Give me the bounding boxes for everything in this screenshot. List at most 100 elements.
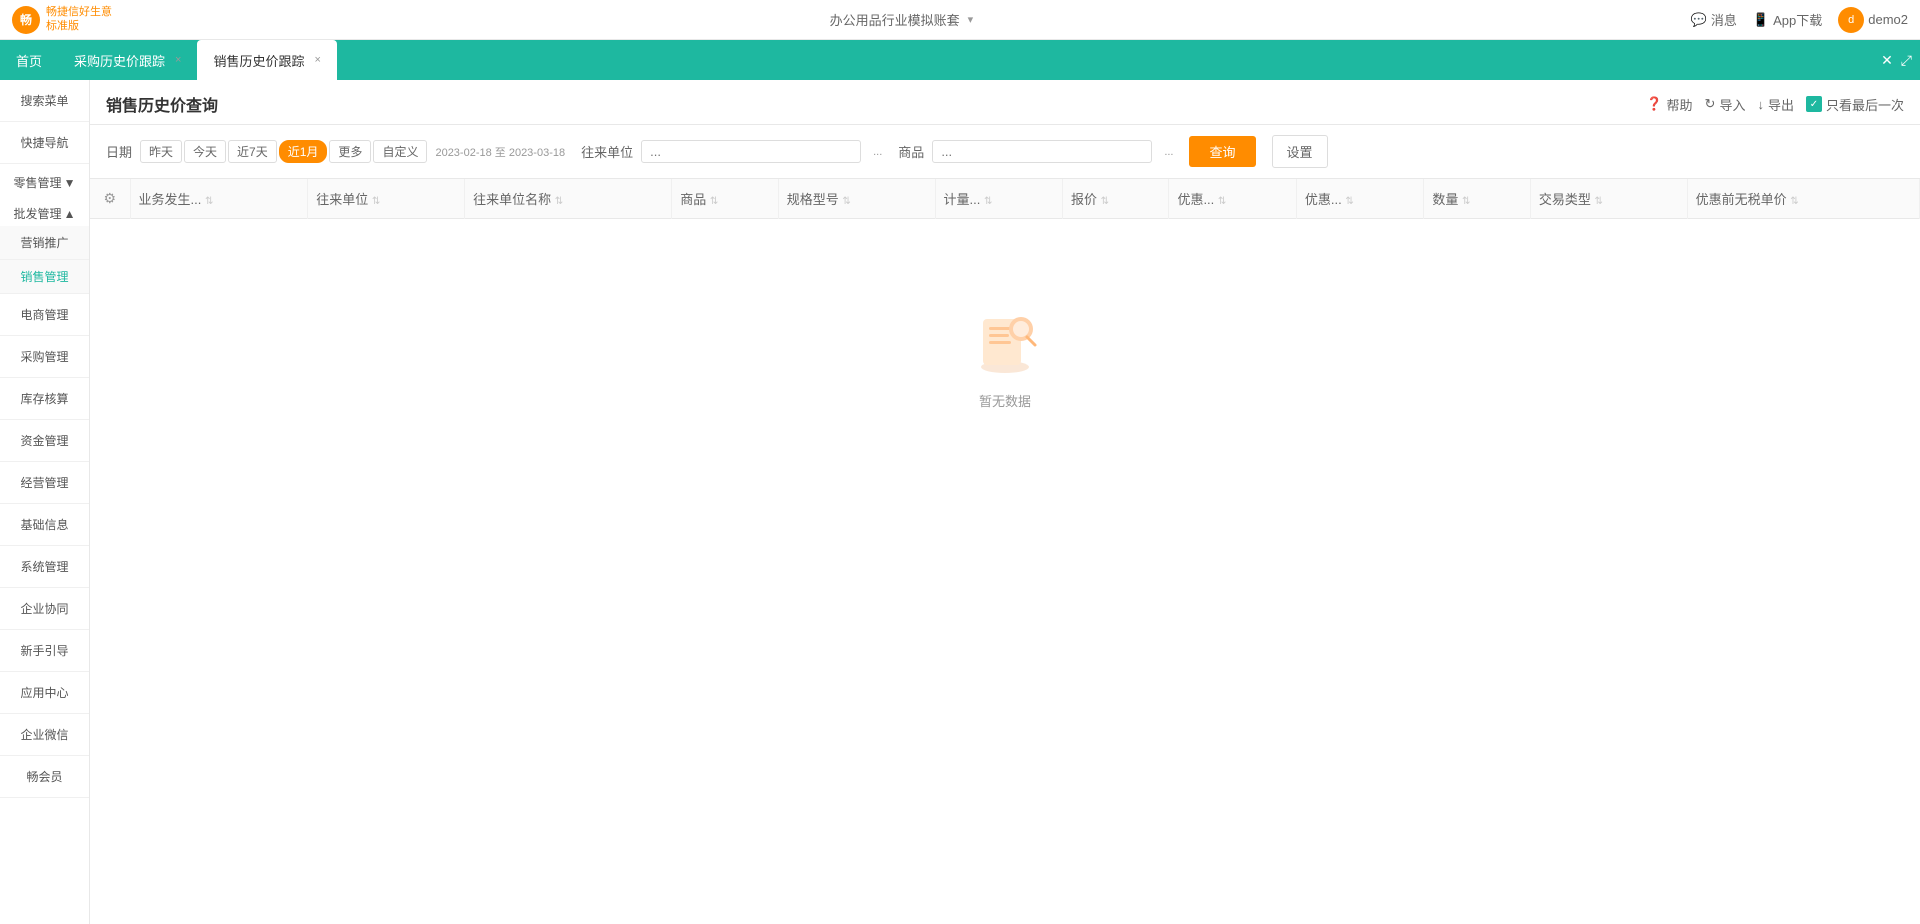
industry-dropdown-arrow[interactable]: ▾ (968, 13, 974, 26)
product-input-ellipsis[interactable]: ... (1164, 146, 1173, 158)
sidebar-item-search-menu[interactable]: 搜索菜单 (0, 80, 89, 122)
message-icon: 💬 (1691, 12, 1707, 28)
th-partner-name[interactable]: 往来单位名称 ⇅ (465, 179, 672, 219)
logo-text: 畅捷信好生意 标准版 (46, 6, 112, 32)
th-quantity[interactable]: 数量 ⇅ (1424, 179, 1530, 219)
date-btn-custom[interactable]: 自定义 (373, 140, 427, 163)
partner-input[interactable] (641, 140, 861, 163)
date-btn-1month[interactable]: 近1月 (279, 140, 328, 163)
main-layout: 搜索菜单 快捷导航 零售管理 ▼ 批发管理 ▲ 营销推广 销售管理 电商管理 采… (0, 80, 1920, 924)
help-icon: ❓ (1646, 96, 1662, 112)
table-header-row: ⚙ 业务发生... ⇅ 往来单位 ⇅ 往来单位名称 ⇅ (90, 179, 1920, 219)
query-button[interactable]: 查询 (1189, 136, 1255, 167)
th-biz-date-label: 业务发生... (139, 192, 202, 207)
logo-area: 畅 畅捷信好生意 标准版 (12, 6, 112, 34)
tab-close-action[interactable]: ✕ (1881, 52, 1893, 69)
only-last-btn[interactable]: ✓ 只看最后一次 (1806, 95, 1904, 114)
app-download-btn[interactable]: 📱 App下载 (1753, 10, 1822, 29)
sidebar-item-marketing[interactable]: 营销推广 (0, 226, 89, 260)
sidebar-item-sales-mgmt[interactable]: 销售管理 (0, 260, 89, 294)
date-btn-today[interactable]: 今天 (184, 140, 226, 163)
product-input[interactable] (932, 140, 1152, 163)
sort-icon-pretax-price: ⇅ (1790, 196, 1798, 207)
sidebar-item-finance[interactable]: 资金管理 (0, 420, 89, 462)
th-discount1[interactable]: 优惠... ⇅ (1169, 179, 1296, 219)
user-avatar-area[interactable]: d demo2 (1838, 7, 1908, 33)
sort-icon-spec: ⇅ (842, 196, 850, 207)
sidebar-item-retail-mgmt[interactable]: 零售管理 ▼ (0, 164, 89, 195)
content-area: 销售历史价查询 ❓ 帮助 ↻ 导入 ↓ 导出 ✓ (90, 80, 1920, 924)
date-btn-group: 昨天 今天 近7天 近1月 更多 自定义 (140, 140, 427, 163)
sidebar-item-enterprise-coop[interactable]: 企业协同 (0, 588, 89, 630)
sidebar-item-wholesale-mgmt[interactable]: 批发管理 ▲ (0, 195, 89, 226)
empty-state-text: 暂无数据 (979, 391, 1031, 410)
tab-purchase-history[interactable]: 采购历史价跟踪 × (58, 40, 197, 80)
industry-label: 办公用品行业模拟账套 (830, 10, 960, 29)
th-unit[interactable]: 计量... ⇅ (935, 179, 1062, 219)
logo-icon: 畅 (12, 6, 40, 34)
empty-state: 暂无数据 (90, 219, 1920, 490)
th-biz-date[interactable]: 业务发生... ⇅ (130, 179, 308, 219)
export-btn[interactable]: ↓ 导出 (1757, 95, 1794, 114)
settings-button[interactable]: 设置 (1272, 135, 1328, 168)
top-bar-right: 💬 消息 📱 App下载 d demo2 (1691, 7, 1908, 33)
date-btn-yesterday[interactable]: 昨天 (140, 140, 182, 163)
tab-bar-actions: ✕ ⤢ (1881, 52, 1920, 69)
help-btn[interactable]: ❓ 帮助 (1646, 95, 1692, 114)
filter-row: 日期 昨天 今天 近7天 近1月 更多 自定义 2023-02-18 至 202… (106, 135, 1904, 168)
th-product[interactable]: 商品 ⇅ (672, 179, 778, 219)
th-product-label: 商品 (680, 192, 706, 207)
tab-sales-close-icon[interactable]: × (314, 54, 320, 66)
import-btn[interactable]: ↻ 导入 (1705, 95, 1746, 114)
th-trade-type[interactable]: 交易类型 ⇅ (1530, 179, 1687, 219)
only-last-checkbox[interactable]: ✓ (1806, 96, 1822, 112)
date-filter-group: 日期 昨天 今天 近7天 近1月 更多 自定义 2023-02-18 至 202… (106, 140, 565, 163)
tab-home[interactable]: 首页 (0, 40, 58, 80)
message-btn[interactable]: 💬 消息 (1691, 10, 1737, 29)
sort-icon-discount1: ⇅ (1218, 196, 1226, 207)
sidebar-item-system-mgmt[interactable]: 系统管理 (0, 546, 89, 588)
sidebar-item-app-center[interactable]: 应用中心 (0, 672, 89, 714)
sort-icon-partner-name: ⇅ (555, 196, 563, 207)
partner-input-ellipsis[interactable]: ... (873, 146, 882, 158)
retail-mgmt-arrow: ▼ (64, 176, 76, 190)
page-title: 销售历史价查询 (106, 92, 218, 116)
empty-state-icon (965, 299, 1045, 379)
column-settings-icon[interactable]: ⚙ (103, 190, 116, 206)
th-quoted-price[interactable]: 报价 ⇅ (1062, 179, 1168, 219)
sidebar-item-enterprise-wechat[interactable]: 企业微信 (0, 714, 89, 756)
th-pretax-price-label: 优惠前无税单价 (1696, 192, 1787, 207)
page-actions: ❓ 帮助 ↻ 导入 ↓ 导出 ✓ 只看最后一次 (1646, 95, 1904, 114)
sidebar-item-new-guide[interactable]: 新手引导 (0, 630, 89, 672)
top-center: 办公用品行业模拟账套 ▾ (830, 10, 974, 29)
tab-sales-history-label: 销售历史价跟踪 (213, 51, 304, 70)
sidebar-item-purchase-mgmt[interactable]: 采购管理 (0, 336, 89, 378)
tab-expand-action[interactable]: ⤢ (1901, 52, 1912, 69)
date-btn-more[interactable]: 更多 (329, 140, 371, 163)
date-btn-7days[interactable]: 近7天 (228, 140, 277, 163)
sort-icon-trade-type: ⇅ (1594, 196, 1602, 207)
th-spec-label: 规格型号 (787, 192, 839, 207)
th-spec[interactable]: 规格型号 ⇅ (778, 179, 935, 219)
tab-sales-history[interactable]: 销售历史价跟踪 × (197, 40, 336, 80)
th-pretax-price[interactable]: 优惠前无税单价 ⇅ (1687, 179, 1919, 219)
top-bar: 畅 畅捷信好生意 标准版 办公用品行业模拟账套 ▾ 💬 消息 📱 App下载 d… (0, 0, 1920, 40)
table-header: ⚙ 业务发生... ⇅ 往来单位 ⇅ 往来单位名称 ⇅ (90, 179, 1920, 219)
th-discount2[interactable]: 优惠... ⇅ (1296, 179, 1423, 219)
sidebar-item-quick-nav[interactable]: 快捷导航 (0, 122, 89, 164)
th-partner-code[interactable]: 往来单位 ⇅ (308, 179, 465, 219)
sort-icon-partner-code: ⇅ (372, 196, 380, 207)
sidebar-item-basic-info[interactable]: 基础信息 (0, 504, 89, 546)
th-partner-code-label: 往来单位 (316, 192, 368, 207)
tab-bar: 首页 采购历史价跟踪 × 销售历史价跟踪 × ✕ ⤢ (0, 40, 1920, 80)
sidebar-item-operations[interactable]: 经营管理 (0, 462, 89, 504)
top-bar-left: 畅 畅捷信好生意 标准版 (12, 6, 112, 34)
sort-icon-quoted-price: ⇅ (1101, 196, 1109, 207)
import-icon: ↻ (1705, 96, 1716, 112)
th-quantity-label: 数量 (1432, 192, 1458, 207)
sidebar-item-ecommerce[interactable]: 电商管理 (0, 294, 89, 336)
sidebar-item-vip-member[interactable]: 畅会员 (0, 756, 89, 798)
tab-purchase-close-icon[interactable]: × (175, 54, 181, 66)
th-settings[interactable]: ⚙ (90, 179, 130, 219)
sidebar-item-inventory[interactable]: 库存核算 (0, 378, 89, 420)
